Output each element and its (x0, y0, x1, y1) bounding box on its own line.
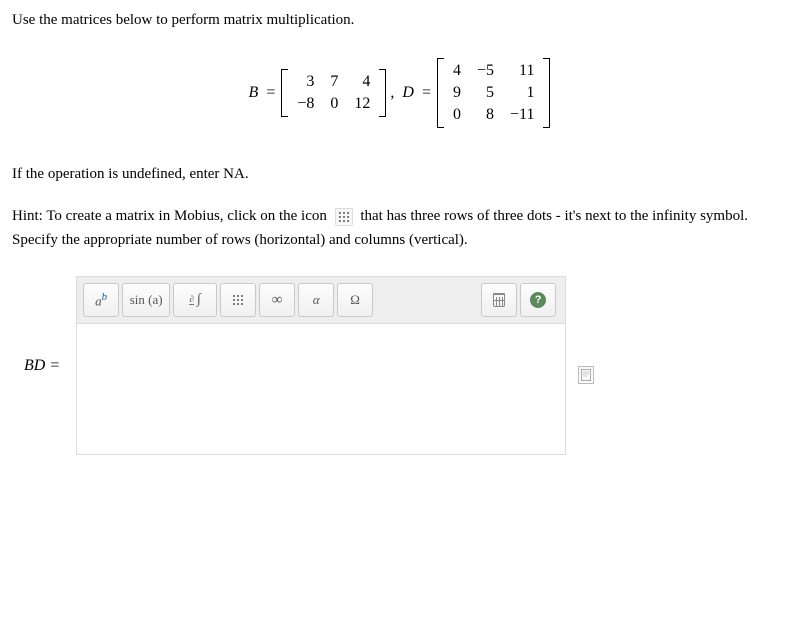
equals-sign: = (266, 84, 275, 102)
intro-text: Use the matrices below to perform matrix… (12, 8, 787, 32)
infinity-button[interactable]: ∞ (259, 283, 295, 317)
preview-icon[interactable] (578, 366, 594, 384)
hint-text: Hint: To create a matrix in Mobius, clic… (12, 204, 787, 252)
trig-button[interactable]: sin (a) (122, 283, 170, 317)
matrix-d-name: D (402, 84, 414, 102)
matrix-dots-icon (335, 208, 353, 226)
exponent-button[interactable]: ab (83, 283, 119, 317)
alpha-button[interactable]: α (298, 283, 334, 317)
editor-toolbar: ab sin (a) ∂ ∫ (77, 277, 565, 324)
equals-sign: = (422, 84, 431, 102)
answer-input[interactable] (77, 324, 565, 454)
omega-button[interactable]: Ω (337, 283, 373, 317)
help-button[interactable]: ? (520, 283, 556, 317)
matrices-display: B = 374 −8012 , D = 4−511 951 08−11 (12, 60, 787, 126)
matrix-d: 4−511 951 08−11 (437, 60, 550, 126)
matrix-b-name: B (249, 84, 259, 102)
clear-button[interactable] (481, 283, 517, 317)
separator: , (390, 84, 394, 102)
result-label: BD = (24, 357, 60, 375)
calculus-button[interactable]: ∂ ∫ (173, 283, 217, 317)
help-icon: ? (530, 292, 546, 308)
matrix-b: 374 −8012 (281, 71, 386, 115)
equation-editor: ab sin (a) ∂ ∫ (76, 276, 566, 455)
undefined-note: If the operation is undefined, enter NA. (12, 162, 787, 186)
trash-icon (493, 293, 505, 307)
matrix-button[interactable] (220, 283, 256, 317)
